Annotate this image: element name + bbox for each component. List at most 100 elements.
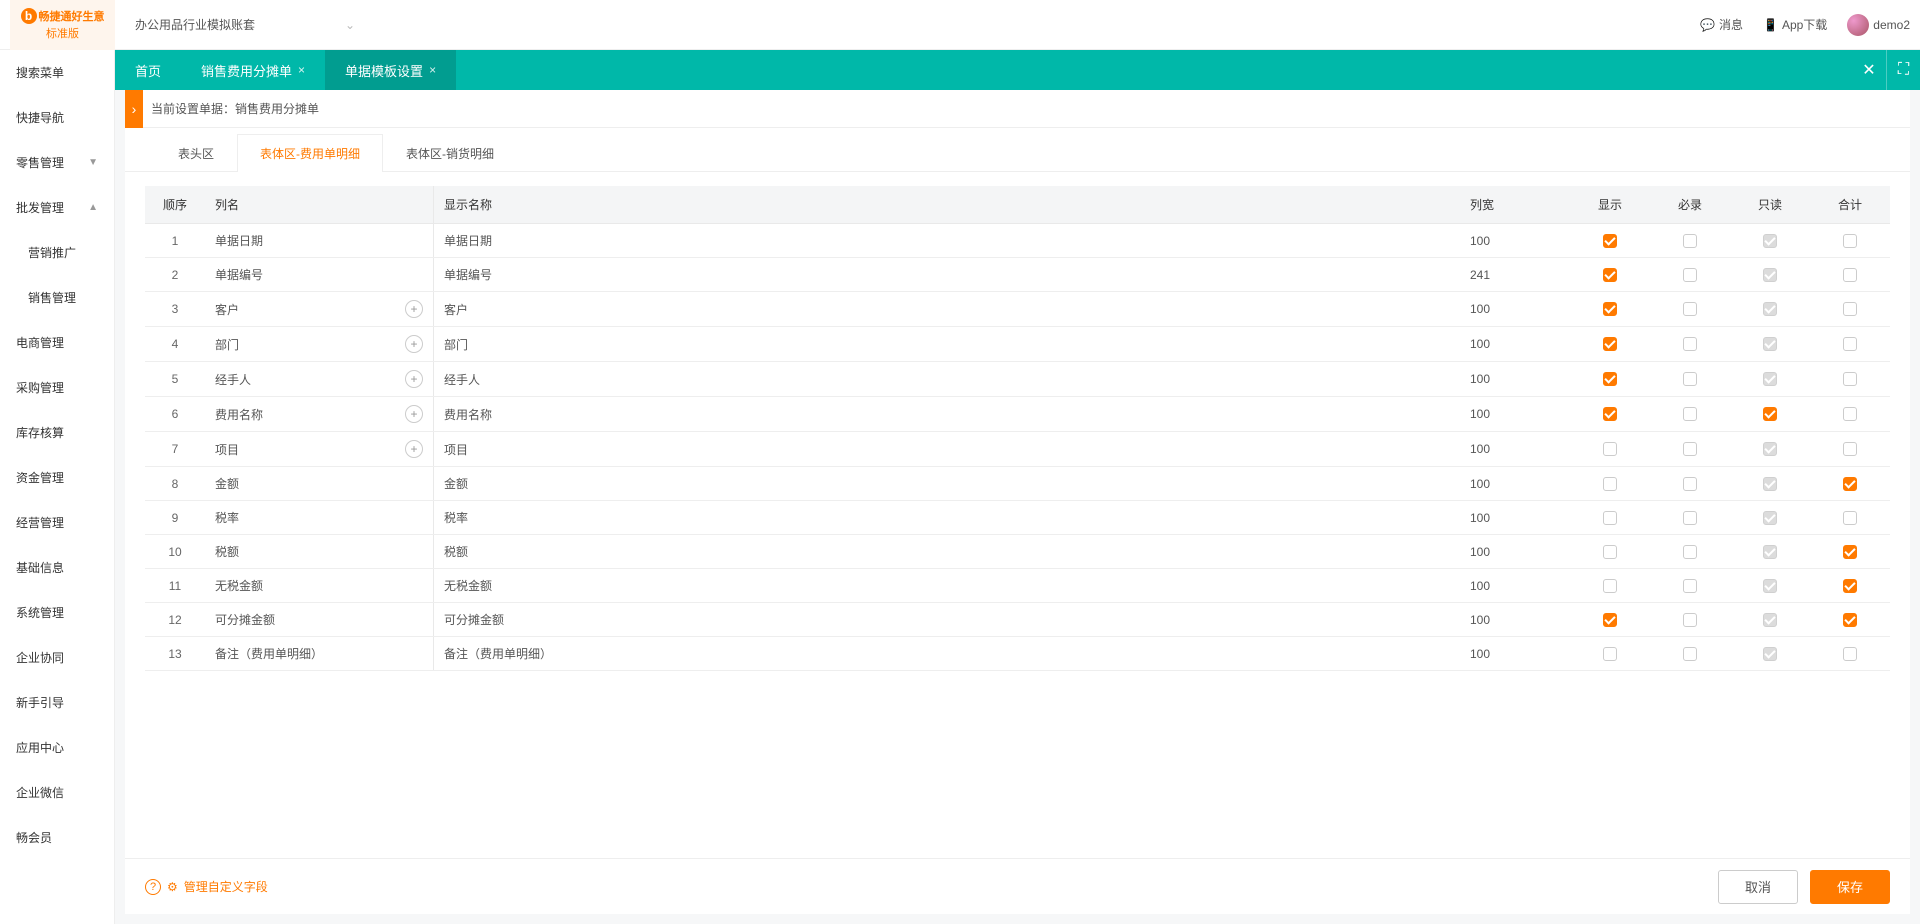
checkbox-show[interactable] [1603, 579, 1617, 593]
checkbox-required[interactable] [1683, 579, 1697, 593]
checkbox-required[interactable] [1683, 268, 1697, 282]
subtab-1[interactable]: 表体区-费用单明细 [237, 134, 383, 172]
checkbox-sum[interactable] [1843, 337, 1857, 351]
cell-display[interactable]: 金额 [434, 467, 1461, 501]
checkbox-show[interactable] [1603, 407, 1617, 421]
sidebar-item-2[interactable]: 零售管理▼ [0, 140, 114, 185]
tab-0[interactable]: 首页 [115, 50, 181, 90]
sidebar-item-11[interactable]: 基础信息 [0, 545, 114, 590]
add-sub-button[interactable]: + [405, 405, 423, 423]
checkbox-sum[interactable] [1843, 442, 1857, 456]
cell-display[interactable]: 单据编号 [434, 258, 1461, 292]
save-button[interactable]: 保存 [1810, 870, 1890, 904]
checkbox-show[interactable] [1603, 613, 1617, 627]
logo[interactable]: b畅捷通好生意 标准版 [10, 0, 115, 50]
user-menu[interactable]: demo2 [1847, 14, 1910, 36]
close-icon[interactable]: × [298, 63, 305, 77]
cell-display[interactable]: 税率 [434, 501, 1461, 535]
checkbox-required[interactable] [1683, 442, 1697, 456]
checkbox-sum[interactable] [1843, 613, 1857, 627]
cell-display[interactable]: 无税金额 [434, 569, 1461, 603]
checkbox-sum[interactable] [1843, 268, 1857, 282]
sidebar-item-3[interactable]: 批发管理▲ [0, 185, 114, 230]
expand-handle[interactable]: › [125, 90, 143, 128]
add-sub-button[interactable]: + [405, 300, 423, 318]
subtab-0[interactable]: 表头区 [155, 134, 237, 172]
sidebar-item-8[interactable]: 库存核算 [0, 410, 114, 455]
checkbox-sum[interactable] [1843, 579, 1857, 593]
cell-width[interactable]: 100 [1460, 467, 1570, 501]
cell-width[interactable]: 100 [1460, 501, 1570, 535]
close-icon[interactable]: × [429, 63, 436, 77]
cell-width[interactable]: 100 [1460, 432, 1570, 467]
tab-2[interactable]: 单据模板设置× [325, 50, 456, 90]
cell-display[interactable]: 经手人 [434, 362, 1461, 397]
checkbox-sum[interactable] [1843, 545, 1857, 559]
cell-width[interactable]: 100 [1460, 535, 1570, 569]
cell-width[interactable]: 100 [1460, 603, 1570, 637]
sidebar-item-15[interactable]: 应用中心 [0, 725, 114, 770]
checkbox-show[interactable] [1603, 337, 1617, 351]
checkbox-sum[interactable] [1843, 234, 1857, 248]
checkbox-required[interactable] [1683, 337, 1697, 351]
cell-width[interactable]: 100 [1460, 327, 1570, 362]
manage-custom-fields-link[interactable]: ? ⚙ 管理自定义字段 [145, 878, 268, 895]
checkbox-required[interactable] [1683, 545, 1697, 559]
cell-display[interactable]: 部门 [434, 327, 1461, 362]
cell-width[interactable]: 241 [1460, 258, 1570, 292]
checkbox-sum[interactable] [1843, 302, 1857, 316]
cell-display[interactable]: 可分摊金额 [434, 603, 1461, 637]
sidebar-item-14[interactable]: 新手引导 [0, 680, 114, 725]
checkbox-show[interactable] [1603, 302, 1617, 316]
checkbox-required[interactable] [1683, 647, 1697, 661]
checkbox-show[interactable] [1603, 647, 1617, 661]
cell-width[interactable]: 100 [1460, 397, 1570, 432]
sidebar-item-16[interactable]: 企业微信 [0, 770, 114, 815]
sidebar-item-9[interactable]: 资金管理 [0, 455, 114, 500]
tab-1[interactable]: 销售费用分摊单× [181, 50, 325, 90]
sidebar-item-0[interactable]: 搜索菜单 [0, 50, 114, 95]
sidebar-item-17[interactable]: 畅会员 [0, 815, 114, 860]
cell-width[interactable]: 100 [1460, 292, 1570, 327]
cell-display[interactable]: 备注（费用单明细） [434, 637, 1461, 671]
checkbox-sum[interactable] [1843, 647, 1857, 661]
sidebar-item-5[interactable]: 销售管理 [0, 275, 114, 320]
checkbox-readonly[interactable] [1763, 407, 1777, 421]
sidebar-item-12[interactable]: 系统管理 [0, 590, 114, 635]
add-sub-button[interactable]: + [405, 440, 423, 458]
cell-width[interactable]: 100 [1460, 569, 1570, 603]
cell-width[interactable]: 100 [1460, 362, 1570, 397]
checkbox-sum[interactable] [1843, 477, 1857, 491]
checkbox-show[interactable] [1603, 511, 1617, 525]
sidebar-item-6[interactable]: 电商管理 [0, 320, 114, 365]
checkbox-required[interactable] [1683, 302, 1697, 316]
cell-display[interactable]: 单据日期 [434, 224, 1461, 258]
cancel-button[interactable]: 取消 [1718, 870, 1798, 904]
fullscreen-button[interactable]: ⛶ [1886, 50, 1920, 90]
add-sub-button[interactable]: + [405, 335, 423, 353]
sidebar-item-7[interactable]: 采购管理 [0, 365, 114, 410]
checkbox-show[interactable] [1603, 442, 1617, 456]
account-selector[interactable]: 办公用品行业模拟账套 ⌄ [135, 16, 355, 33]
cell-display[interactable]: 费用名称 [434, 397, 1461, 432]
checkbox-show[interactable] [1603, 545, 1617, 559]
checkbox-required[interactable] [1683, 407, 1697, 421]
cell-display[interactable]: 客户 [434, 292, 1461, 327]
checkbox-sum[interactable] [1843, 511, 1857, 525]
checkbox-sum[interactable] [1843, 407, 1857, 421]
sidebar-item-1[interactable]: 快捷导航 [0, 95, 114, 140]
subtab-2[interactable]: 表体区-销货明细 [383, 134, 517, 172]
app-download-button[interactable]: 📱App下载 [1763, 16, 1827, 33]
checkbox-sum[interactable] [1843, 372, 1857, 386]
cell-display[interactable]: 税额 [434, 535, 1461, 569]
checkbox-required[interactable] [1683, 372, 1697, 386]
messages-button[interactable]: 💬消息 [1700, 16, 1743, 33]
checkbox-required[interactable] [1683, 613, 1697, 627]
checkbox-required[interactable] [1683, 511, 1697, 525]
cell-width[interactable]: 100 [1460, 637, 1570, 671]
cell-display[interactable]: 项目 [434, 432, 1461, 467]
checkbox-required[interactable] [1683, 234, 1697, 248]
checkbox-show[interactable] [1603, 372, 1617, 386]
checkbox-show[interactable] [1603, 234, 1617, 248]
checkbox-show[interactable] [1603, 268, 1617, 282]
